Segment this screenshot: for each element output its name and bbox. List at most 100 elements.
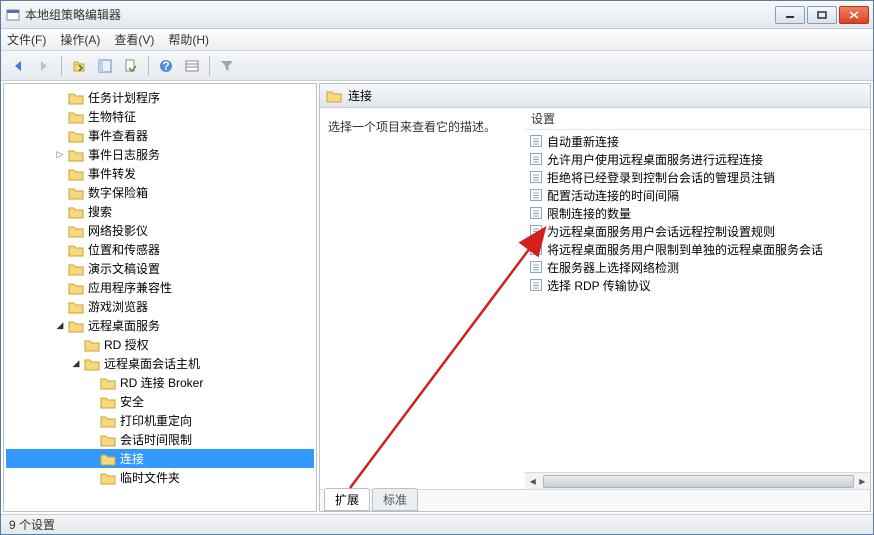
tree-item[interactable]: 事件转发 (6, 164, 314, 183)
folder-icon (68, 148, 84, 162)
collapse-icon[interactable]: ◢ (54, 320, 66, 332)
back-button[interactable] (7, 55, 29, 77)
tree-item[interactable]: 安全 (6, 392, 314, 411)
tree-item-label: 事件转发 (88, 165, 136, 182)
tree-item[interactable]: ◢ 远程桌面服务 (6, 316, 314, 335)
scroll-left-icon[interactable]: ◂ (525, 474, 541, 489)
tree-item-label: 网络投影仪 (88, 222, 148, 239)
tree-item-label: 数字保险箱 (88, 184, 148, 201)
folder-icon (68, 262, 84, 276)
setting-label: 允许用户使用远程桌面服务进行远程连接 (547, 151, 763, 168)
tree-item[interactable]: 应用程序兼容性 (6, 278, 314, 297)
toolbar-separator (209, 56, 210, 76)
setting-item[interactable]: 限制连接的数量 (525, 204, 870, 222)
expander-spacer (54, 168, 66, 180)
folder-icon (100, 471, 116, 485)
tree-item[interactable]: 搜索 (6, 202, 314, 221)
tree-item-label: 生物特征 (88, 108, 136, 125)
tree-item-label: 事件日志服务 (88, 146, 160, 163)
filter-button[interactable] (216, 55, 238, 77)
close-button[interactable] (839, 6, 869, 24)
tree-item[interactable]: ◢远程桌面会话主机 (6, 354, 314, 373)
folder-icon (84, 357, 100, 371)
setting-item[interactable]: 配置活动连接的时间间隔 (525, 186, 870, 204)
tree-item[interactable]: 演示文稿设置 (6, 259, 314, 278)
tree-item[interactable]: 打印机重定向 (6, 411, 314, 430)
folder-icon (100, 433, 116, 447)
tree-item-label: 会话时间限制 (120, 431, 192, 448)
menu-action[interactable]: 操作(A) (60, 31, 100, 48)
status-text: 9 个设置 (9, 516, 55, 533)
setting-item[interactable]: 拒绝将已经登录到控制台会话的管理员注销 (525, 168, 870, 186)
policy-icon (529, 206, 543, 220)
setting-label: 配置活动连接的时间间隔 (547, 187, 679, 204)
column-header-setting[interactable]: 设置 (525, 108, 870, 130)
menu-file[interactable]: 文件(F) (7, 31, 46, 48)
folder-icon (68, 167, 84, 181)
details-pane: 连接 选择一个项目来查看它的描述。 设置 自动重新连接允许用户使用远程桌面服务进… (319, 83, 871, 512)
tree-item[interactable]: RD 连接 Broker (6, 373, 314, 392)
options-button[interactable] (181, 55, 203, 77)
policy-icon (529, 224, 543, 238)
tree-item[interactable]: ▷ 事件日志服务 (6, 145, 314, 164)
policy-icon (529, 152, 543, 166)
content-area: 任务计划程序生物特征事件查看器 ▷ 事件日志服务事件转发数字保险箱搜索网络投影仪位置… (1, 81, 873, 514)
setting-item[interactable]: 为远程桌面服务用户会话远程控制设置规则 (525, 222, 870, 240)
folder-icon (100, 414, 116, 428)
maximize-button[interactable] (807, 6, 837, 24)
folder-icon (68, 205, 84, 219)
settings-column: 设置 自动重新连接允许用户使用远程桌面服务进行远程连接拒绝将已经登录到控制台会话… (525, 108, 870, 489)
tree-item[interactable]: 数字保险箱 (6, 183, 314, 202)
app-icon (5, 7, 21, 23)
setting-label: 拒绝将已经登录到控制台会话的管理员注销 (547, 169, 775, 186)
folder-icon (100, 395, 116, 409)
tree-item-label: 演示文稿设置 (88, 260, 160, 277)
tree-item[interactable]: 连接 (6, 449, 314, 468)
tree-item[interactable]: 游戏浏览器 (6, 297, 314, 316)
tree-item[interactable]: RD 授权 (6, 335, 314, 354)
setting-item[interactable]: 自动重新连接 (525, 132, 870, 150)
tree-item-label: 远程桌面服务 (88, 317, 160, 334)
tree-item-label: 连接 (120, 450, 144, 467)
setting-label: 为远程桌面服务用户会话远程控制设置规则 (547, 223, 775, 240)
setting-label: 自动重新连接 (547, 133, 619, 150)
tree-item[interactable]: 位置和传感器 (6, 240, 314, 259)
forward-button[interactable] (33, 55, 55, 77)
tree-item[interactable]: 任务计划程序 (6, 88, 314, 107)
tree-item[interactable]: 事件查看器 (6, 126, 314, 145)
tree-item[interactable]: 网络投影仪 (6, 221, 314, 240)
tree-item[interactable]: 会话时间限制 (6, 430, 314, 449)
export-button[interactable] (120, 55, 142, 77)
folder-icon (68, 224, 84, 238)
collapse-icon[interactable]: ◢ (70, 358, 82, 370)
menu-help[interactable]: 帮助(H) (168, 31, 209, 48)
expander-spacer (86, 472, 98, 484)
tree-item-label: RD 连接 Broker (120, 374, 203, 391)
expander-spacer (54, 282, 66, 294)
window-title: 本地组策略编辑器 (25, 6, 775, 23)
scroll-thumb[interactable] (543, 475, 855, 488)
app-window: 本地组策略编辑器 文件(F) 操作(A) 查看(V) 帮助(H) ? 任务计划程… (0, 0, 874, 535)
tree-item[interactable]: 临时文件夹 (6, 468, 314, 487)
horizontal-scrollbar[interactable]: ◂ ▸ (525, 472, 870, 489)
setting-item[interactable]: 选择 RDP 传输协议 (525, 276, 870, 294)
up-button[interactable] (68, 55, 90, 77)
tab-extended[interactable]: 扩展 (324, 488, 370, 511)
tree-item-label: 位置和传感器 (88, 241, 160, 258)
setting-item[interactable]: 将远程桌面服务用户限制到单独的远程桌面服务会话 (525, 240, 870, 258)
tree-item[interactable]: 生物特征 (6, 107, 314, 126)
tab-standard[interactable]: 标准 (372, 488, 418, 511)
minimize-button[interactable] (775, 6, 805, 24)
help-button[interactable]: ? (155, 55, 177, 77)
statusbar: 9 个设置 (1, 514, 873, 534)
titlebar: 本地组策略编辑器 (1, 1, 873, 29)
scroll-right-icon[interactable]: ▸ (854, 474, 870, 489)
folder-icon (68, 129, 84, 143)
tree-pane[interactable]: 任务计划程序生物特征事件查看器 ▷ 事件日志服务事件转发数字保险箱搜索网络投影仪位置… (3, 83, 317, 512)
expand-icon[interactable]: ▷ (54, 149, 66, 161)
menu-view[interactable]: 查看(V) (114, 31, 154, 48)
setting-item[interactable]: 在服务器上选择网络检测 (525, 258, 870, 276)
settings-list[interactable]: 自动重新连接允许用户使用远程桌面服务进行远程连接拒绝将已经登录到控制台会话的管理… (525, 130, 870, 472)
setting-item[interactable]: 允许用户使用远程桌面服务进行远程连接 (525, 150, 870, 168)
show-tree-button[interactable] (94, 55, 116, 77)
